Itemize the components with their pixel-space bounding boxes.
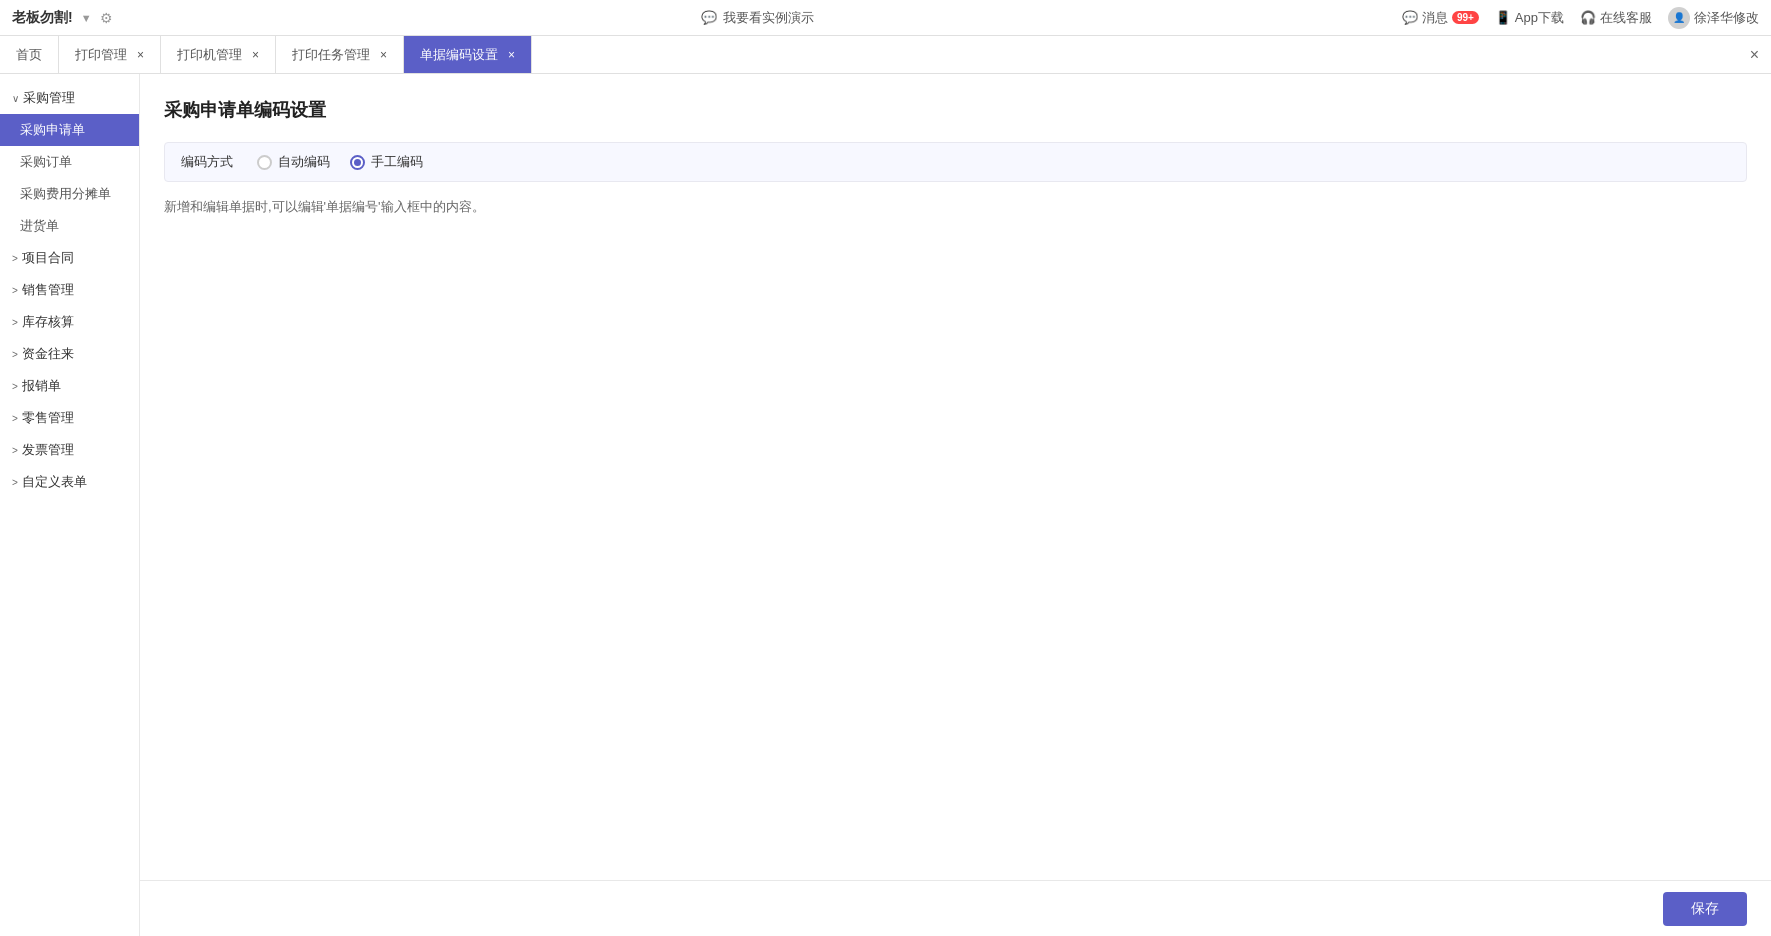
window-close-button[interactable]: ×	[1750, 46, 1759, 64]
main-content: 采购申请单编码设置 编码方式 自动编码 手工编码 新增和编辑单据时,可以编辑'单…	[140, 74, 1771, 936]
headset-icon: 🎧	[1580, 10, 1596, 25]
sidebar-item-purchase-expense-label: 采购费用分摊单	[20, 185, 111, 203]
sidebar-item-stock-in[interactable]: 进货单	[0, 210, 139, 242]
footer-bar: 保存	[140, 880, 1771, 936]
sidebar-group-custom-forms-header[interactable]: > 自定义表单	[0, 466, 139, 498]
tab-barcode-setting-close[interactable]: ×	[508, 48, 515, 62]
top-bar-center: 💬 我要看实例演示	[701, 9, 814, 27]
logo-text: 老板勿割!	[12, 9, 73, 27]
tab-print-task-close[interactable]: ×	[380, 48, 387, 62]
user-name: 徐泽华修改	[1694, 9, 1759, 27]
chat-icon: 💬	[701, 10, 717, 25]
app-download-item[interactable]: 📱 App下载	[1495, 9, 1564, 27]
tab-bar: 首页 打印管理 × 打印机管理 × 打印任务管理 × 单据编码设置 × ×	[0, 36, 1771, 74]
tab-home-label: 首页	[16, 46, 42, 64]
sidebar-group-retail-header[interactable]: > 零售管理	[0, 402, 139, 434]
top-bar: 老板勿割! ▼ ⚙ 💬 我要看实例演示 💬 消息 99+ 📱 App下载 🎧 在…	[0, 0, 1771, 36]
sidebar-item-stock-in-label: 进货单	[20, 217, 59, 235]
save-button[interactable]: 保存	[1663, 892, 1747, 926]
coding-section: 编码方式 自动编码 手工编码	[164, 142, 1747, 182]
sidebar-group-retail: > 零售管理	[0, 402, 139, 434]
phone-icon: 📱	[1495, 10, 1511, 25]
user-profile[interactable]: 👤 徐泽华修改	[1668, 7, 1759, 29]
tab-print-task-label: 打印任务管理	[292, 46, 370, 64]
sidebar-group-returns-label: 报销单	[22, 377, 61, 395]
sidebar-group-project-header[interactable]: > 项目合同	[0, 242, 139, 274]
sidebar-group-sales: > 销售管理	[0, 274, 139, 306]
sidebar-group-inventory: > 库存核算	[0, 306, 139, 338]
sidebar-item-purchase-order-label: 采购订单	[20, 153, 72, 171]
app-download-label: App下载	[1515, 9, 1564, 27]
sidebar: ∨ 采购管理 采购申请单 采购订单 采购费用分摊单 进货单 > 项目合同	[0, 74, 140, 936]
message-icon: 💬	[1402, 10, 1418, 25]
sidebar-group-purchase-label: 采购管理	[23, 89, 75, 107]
tab-barcode-setting[interactable]: 单据编码设置 ×	[404, 36, 532, 73]
online-service-item[interactable]: 🎧 在线客服	[1580, 9, 1652, 27]
sidebar-group-sales-label: 销售管理	[22, 281, 74, 299]
message-label: 消息	[1422, 9, 1448, 27]
avatar: 👤	[1668, 7, 1690, 29]
content-area: 采购申请单编码设置 编码方式 自动编码 手工编码 新增和编辑单据时,可以编辑'单…	[140, 74, 1771, 880]
sidebar-group-capital-header[interactable]: > 资金往来	[0, 338, 139, 370]
top-bar-right: 💬 消息 99+ 📱 App下载 🎧 在线客服 👤 徐泽华修改	[1402, 7, 1759, 29]
sidebar-group-invoice-header[interactable]: > 发票管理	[0, 434, 139, 466]
tab-home[interactable]: 首页	[0, 36, 59, 73]
sidebar-group-capital: > 资金往来	[0, 338, 139, 370]
sidebar-group-retail-label: 零售管理	[22, 409, 74, 427]
tab-print-mgmt-label: 打印管理	[75, 46, 127, 64]
tab-print-mgmt-close[interactable]: ×	[137, 48, 144, 62]
arrow-icon: ∨	[12, 93, 19, 104]
radio-group: 自动编码 手工编码	[257, 153, 423, 171]
page-title: 采购申请单编码设置	[164, 98, 1747, 122]
gear-icon[interactable]: ⚙	[100, 10, 113, 26]
arrow-icon: >	[12, 285, 18, 296]
sidebar-group-purchase: ∨ 采购管理 采购申请单 采购订单 采购费用分摊单 进货单	[0, 82, 139, 242]
online-service-label: 在线客服	[1600, 9, 1652, 27]
sidebar-group-capital-label: 资金往来	[22, 345, 74, 363]
sidebar-group-sales-header[interactable]: > 销售管理	[0, 274, 139, 306]
tab-print-mgmt[interactable]: 打印管理 ×	[59, 36, 161, 73]
sidebar-group-project-label: 项目合同	[22, 249, 74, 267]
chevron-down-icon[interactable]: ▼	[81, 12, 92, 24]
top-bar-left: 老板勿割! ▼ ⚙	[12, 9, 113, 27]
radio-auto-coding[interactable]: 自动编码	[257, 153, 330, 171]
tab-barcode-setting-label: 单据编码设置	[420, 46, 498, 64]
message-item[interactable]: 💬 消息 99+	[1402, 9, 1479, 27]
sidebar-group-inventory-header[interactable]: > 库存核算	[0, 306, 139, 338]
demo-text[interactable]: 我要看实例演示	[723, 9, 814, 27]
tab-print-task[interactable]: 打印任务管理 ×	[276, 36, 404, 73]
sidebar-group-custom-forms: > 自定义表单	[0, 466, 139, 498]
arrow-icon: >	[12, 381, 18, 392]
arrow-icon: >	[12, 349, 18, 360]
tab-printer-mgmt-label: 打印机管理	[177, 46, 242, 64]
layout: ∨ 采购管理 采购申请单 采购订单 采购费用分摊单 进货单 > 项目合同	[0, 74, 1771, 936]
arrow-icon: >	[12, 253, 18, 264]
sidebar-group-project: > 项目合同	[0, 242, 139, 274]
sidebar-item-purchase-order[interactable]: 采购订单	[0, 146, 139, 178]
hint-text: 新增和编辑单据时,可以编辑'单据编号'输入框中的内容。	[164, 198, 1747, 216]
sidebar-item-purchase-request-label: 采购申请单	[20, 121, 85, 139]
sidebar-group-custom-forms-label: 自定义表单	[22, 473, 87, 491]
arrow-icon: >	[12, 445, 18, 456]
radio-auto-circle	[257, 155, 272, 170]
sidebar-group-invoice-label: 发票管理	[22, 441, 74, 459]
auto-coding-label: 自动编码	[278, 153, 330, 171]
arrow-icon: >	[12, 413, 18, 424]
coding-label: 编码方式	[181, 153, 233, 171]
arrow-icon: >	[12, 317, 18, 328]
sidebar-item-purchase-request[interactable]: 采购申请单	[0, 114, 139, 146]
sidebar-group-returns: > 报销单	[0, 370, 139, 402]
sidebar-item-purchase-expense[interactable]: 采购费用分摊单	[0, 178, 139, 210]
radio-manual-circle	[350, 155, 365, 170]
sidebar-group-purchase-header[interactable]: ∨ 采购管理	[0, 82, 139, 114]
tab-printer-mgmt-close[interactable]: ×	[252, 48, 259, 62]
manual-coding-label: 手工编码	[371, 153, 423, 171]
sidebar-group-inventory-label: 库存核算	[22, 313, 74, 331]
sidebar-group-returns-header[interactable]: > 报销单	[0, 370, 139, 402]
message-badge: 99+	[1452, 11, 1479, 24]
radio-manual-coding[interactable]: 手工编码	[350, 153, 423, 171]
arrow-icon: >	[12, 477, 18, 488]
tab-printer-mgmt[interactable]: 打印机管理 ×	[161, 36, 276, 73]
sidebar-group-invoice: > 发票管理	[0, 434, 139, 466]
